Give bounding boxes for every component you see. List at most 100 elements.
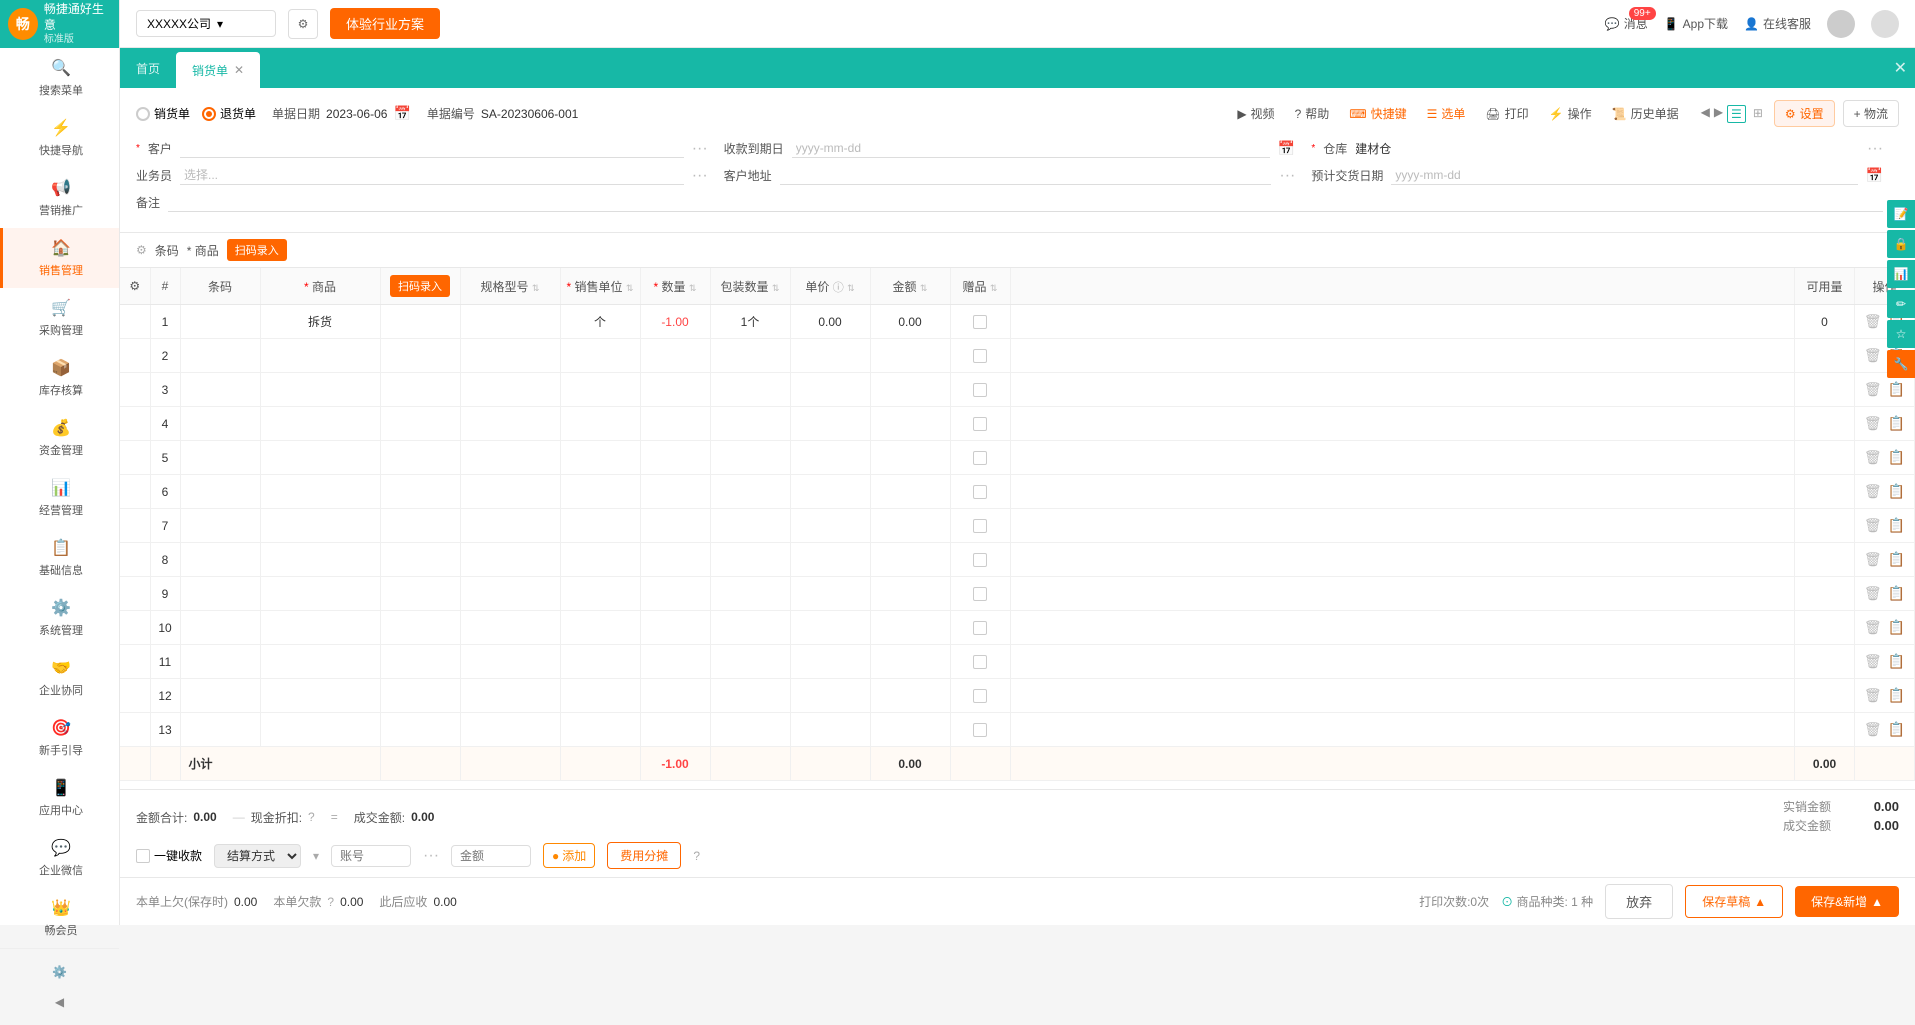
row-price[interactable]: 0.00 (790, 305, 870, 339)
settlement-method-select[interactable]: 结算方式 (214, 844, 301, 868)
order-settings-btn[interactable]: ⚙ 设置 (1774, 100, 1835, 127)
copy-icon[interactable]: 📋 (1888, 687, 1905, 704)
abandon-btn[interactable]: 放弃 (1605, 884, 1673, 919)
float-btn-5[interactable]: ☆ (1887, 320, 1915, 348)
app-download-btn[interactable]: 📱 App下载 (1664, 15, 1728, 32)
select-btn[interactable]: ☰ 选单 (1421, 103, 1472, 124)
account-dots-btn[interactable]: ··· (423, 848, 439, 864)
copy-icon[interactable]: 📋 (1888, 721, 1905, 738)
customer-dots-btn[interactable]: ··· (692, 141, 708, 157)
copy-icon[interactable]: 📋 (1888, 381, 1905, 398)
radio-sales[interactable]: 销货单 (136, 105, 190, 122)
help-btn[interactable]: ? 帮助 (1289, 103, 1336, 124)
expense-help-icon[interactable]: ? (693, 849, 700, 863)
row-qty[interactable]: -1.00 (640, 305, 710, 339)
sidebar-item-vip[interactable]: 👑 畅会员 (0, 888, 119, 948)
account-input[interactable] (331, 845, 411, 867)
date-value[interactable]: 2023-06-06 (326, 107, 387, 121)
sidebar-collapse-btn[interactable]: ◀ (0, 987, 119, 1017)
sidebar-item-sales[interactable]: 🏠 销售管理 (0, 228, 119, 288)
warehouse-dots-btn[interactable]: ··· (1867, 141, 1883, 157)
sidebar-item-app-center[interactable]: 📱 应用中心 (0, 768, 119, 828)
tab-sales-order[interactable]: 销货单 ✕ (176, 52, 260, 88)
trial-button[interactable]: 体验行业方案 (330, 8, 440, 39)
float-btn-1[interactable]: 📝 (1887, 200, 1915, 228)
row-amount[interactable]: 0.00 (870, 305, 950, 339)
row-barcode[interactable] (180, 305, 260, 339)
addr-dots-btn[interactable]: ··· (1279, 168, 1295, 184)
copy-icon[interactable]: 📋 (1888, 585, 1905, 602)
amount-input[interactable] (451, 845, 531, 867)
copy-icon[interactable]: 📋 (1888, 449, 1905, 466)
save-new-btn[interactable]: 保存&新增 ▲ (1795, 886, 1899, 917)
user-avatar[interactable] (1827, 10, 1855, 38)
payment-date-input[interactable] (792, 139, 1270, 158)
print-btn[interactable]: 🖨 打印 (1479, 103, 1534, 124)
shortcut-btn[interactable]: ⌨ 快捷键 (1343, 103, 1412, 124)
copy-icon[interactable]: 📋 (1888, 517, 1905, 534)
nav-prev-icon[interactable]: ◀ (1701, 105, 1710, 123)
row-unit[interactable]: 个 (560, 305, 640, 339)
sidebar-item-quick-nav[interactable]: ⚡ 快捷导航 (0, 108, 119, 168)
settings-gear-btn[interactable]: ⚙ (288, 9, 318, 39)
operation-btn[interactable]: ⚡ 操作 (1543, 103, 1598, 124)
delete-icon[interactable]: 🗑 (1864, 551, 1882, 568)
float-btn-2[interactable]: 🔒 (1887, 230, 1915, 258)
cash-discount-help-icon[interactable]: ? (308, 810, 315, 824)
online-service-btn[interactable]: 👤 在线客服 (1744, 15, 1811, 32)
table-container[interactable]: ⚙ # 条码 * 商品 扫码录入 规格型号 ⇅ (120, 268, 1915, 789)
delete-icon[interactable]: 🗑 (1864, 381, 1882, 398)
th-scan[interactable]: 扫码录入 (380, 268, 460, 305)
scan-barcode-btn[interactable]: 扫码录入 (227, 239, 287, 261)
sidebar-item-weixin[interactable]: 💬 企业微信 (0, 828, 119, 888)
delete-icon[interactable]: 🗑 (1864, 347, 1882, 364)
customer-input[interactable] (180, 139, 684, 158)
sidebar-item-business[interactable]: 📊 经营管理 (0, 468, 119, 528)
row-gift[interactable] (950, 305, 1010, 339)
copy-icon[interactable]: 📋 (1888, 415, 1905, 432)
list-view-icon[interactable]: ☰ (1727, 105, 1746, 123)
copy-icon[interactable]: 📋 (1888, 483, 1905, 500)
delete-icon[interactable]: 🗑 (1864, 619, 1882, 636)
delete-icon[interactable]: 🗑 (1864, 687, 1882, 704)
notes-input[interactable] (168, 193, 1883, 212)
salesperson-dots-btn[interactable]: ··· (692, 168, 708, 184)
scan-btn-header[interactable]: 扫码录入 (390, 275, 450, 297)
delete-icon[interactable]: 🗑 (1864, 415, 1882, 432)
video-btn[interactable]: ▶ 视频 (1231, 103, 1280, 124)
message-btn[interactable]: 💬 消息 99+ (1605, 15, 1648, 32)
table-gear-icon[interactable]: ⚙ (136, 243, 147, 257)
delete-icon[interactable]: 🗑 (1864, 313, 1882, 330)
row-pkg[interactable]: 1个 (710, 305, 790, 339)
customer-addr-input[interactable] (780, 166, 1272, 185)
user-avatar2[interactable] (1871, 10, 1899, 38)
payment-calendar-icon[interactable]: 📅 (1278, 140, 1295, 157)
radio-return[interactable]: 退货单 (202, 105, 256, 122)
sidebar-item-inventory[interactable]: 📦 库存核算 (0, 348, 119, 408)
sidebar-item-marketing[interactable]: 📢 营销推广 (0, 168, 119, 228)
sidebar-item-guide[interactable]: 🎯 新手引导 (0, 708, 119, 768)
logistics-btn[interactable]: + 物流 (1843, 100, 1899, 127)
float-btn-4[interactable]: ✏ (1887, 290, 1915, 318)
row-product[interactable]: 拆货 (260, 305, 380, 339)
grid-view-icon[interactable]: ⊞ (1750, 105, 1766, 123)
float-btn-3[interactable]: 📊 (1887, 260, 1915, 288)
expected-calendar-icon[interactable]: 📅 (1866, 167, 1883, 184)
sidebar-item-finance[interactable]: 💰 资金管理 (0, 408, 119, 468)
sidebar-item-enterprise[interactable]: 🤝 企业协同 (0, 648, 119, 708)
copy-icon[interactable]: 📋 (1888, 653, 1905, 670)
sidebar-item-basic[interactable]: 📋 基础信息 (0, 528, 119, 588)
expected-date-input[interactable] (1391, 166, 1857, 185)
tab-close-icon[interactable]: ✕ (234, 63, 244, 77)
salesperson-input[interactable] (180, 166, 684, 185)
nav-next-icon[interactable]: ▶ (1714, 105, 1723, 123)
total-owe-help-icon[interactable]: ? (327, 895, 334, 909)
window-close-btn[interactable]: ✕ (1894, 58, 1907, 78)
save-draft-btn[interactable]: 保存草稿 ▲ (1685, 885, 1783, 918)
delete-icon[interactable]: 🗑 (1864, 653, 1882, 670)
sidebar-item-search[interactable]: 🔍 搜索菜单 (0, 48, 119, 108)
date-calendar-icon[interactable]: 📅 (393, 105, 410, 122)
history-btn[interactable]: 📜 历史单据 (1606, 103, 1685, 124)
th-gear[interactable]: ⚙ (120, 268, 150, 305)
delete-icon[interactable]: 🗑 (1864, 517, 1882, 534)
